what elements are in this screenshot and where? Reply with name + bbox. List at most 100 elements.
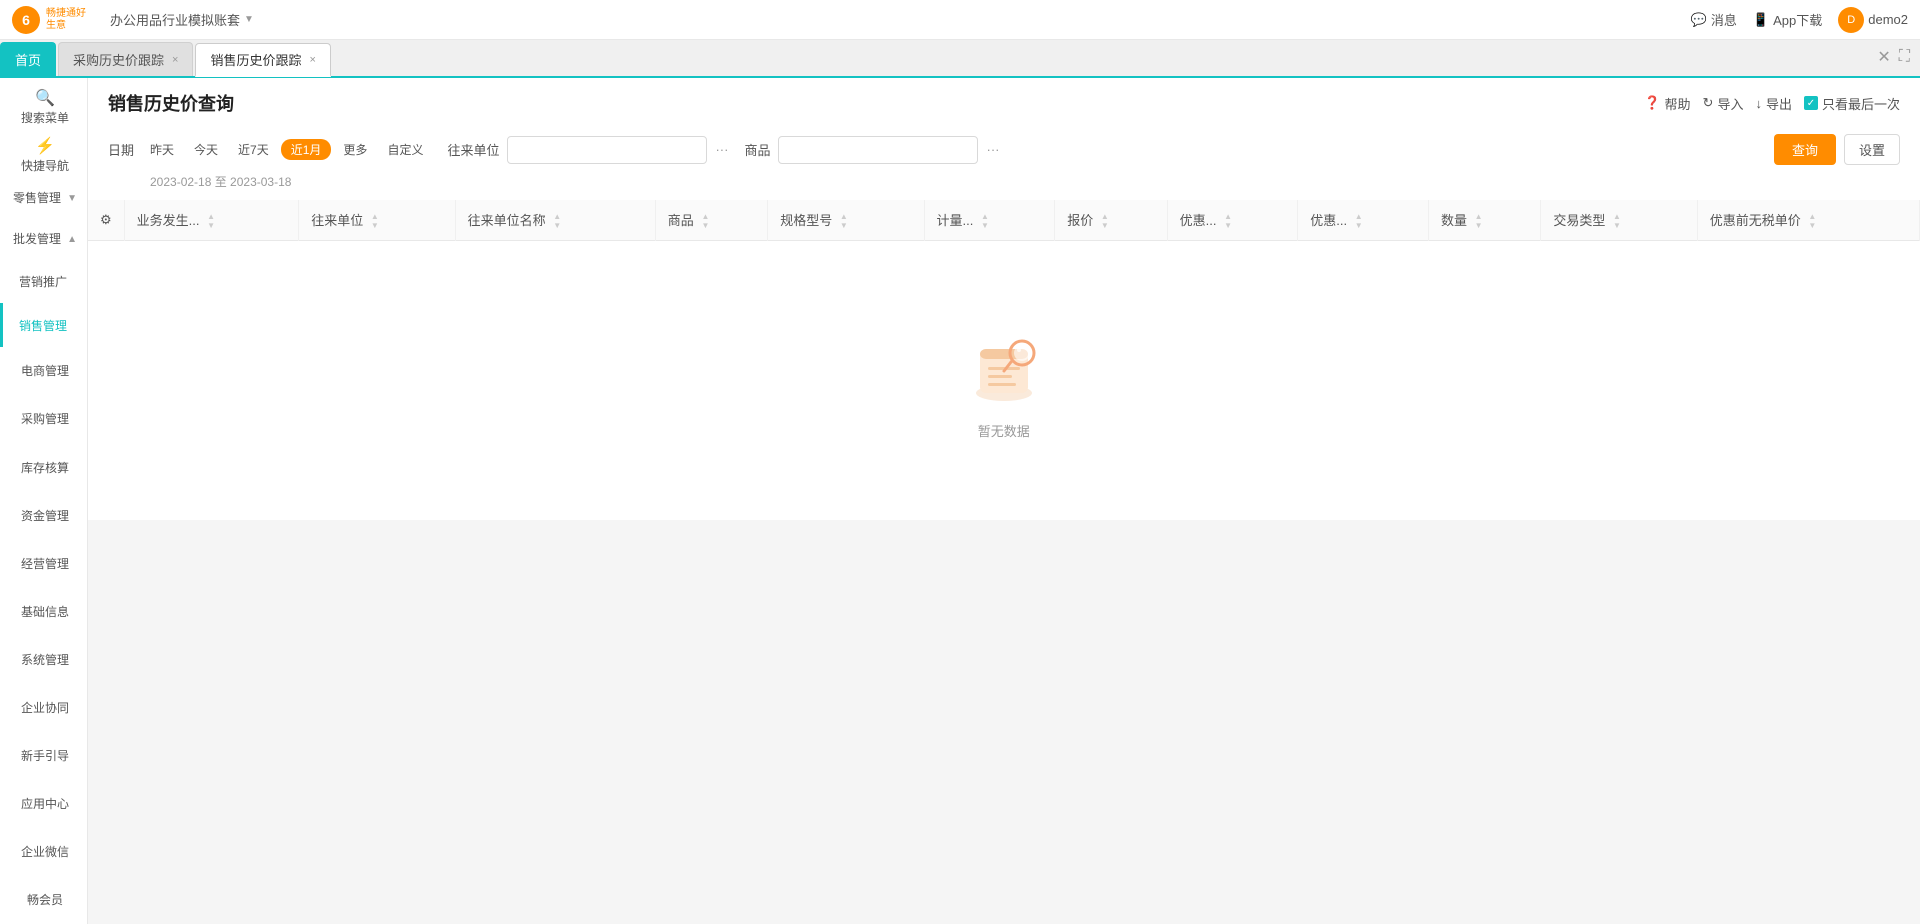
tab-purchase[interactable]: 采购历史价跟踪 ×	[58, 42, 193, 76]
wholesale-expand-icon: ▲	[67, 234, 77, 245]
date-chip-1month[interactable]: 近1月	[281, 139, 332, 160]
page-title: 销售历史价查询	[108, 90, 234, 116]
date-chip-custom[interactable]: 自定义	[379, 139, 431, 160]
sidebar-item-wholesale[interactable]: 批发管理 ▲	[0, 219, 87, 260]
only-last-checkbox[interactable]: ✓	[1804, 96, 1818, 110]
goods-filter-label: 商品	[744, 140, 770, 159]
date-chip-yesterday[interactable]: 昨天	[142, 139, 182, 160]
th-discount2[interactable]: 优惠... ▲▼	[1298, 200, 1429, 241]
message-icon: 💬	[1691, 12, 1707, 28]
goods-filter-group: 商品 ···	[744, 136, 999, 164]
sidebar-item-basic[interactable]: 基础信息	[0, 588, 87, 636]
sidebar-item-purchase-label: 采购管理	[21, 413, 69, 425]
data-table: ⚙ 业务发生... ▲▼ 往来单位 ▲▼ 往来单位名称 ▲	[88, 200, 1920, 520]
th-spec[interactable]: 规格型号 ▲▼	[768, 200, 924, 241]
workspace-chevron-icon: ▼	[244, 14, 254, 25]
th-spec-sort-icon: ▲▼	[840, 213, 848, 230]
th-quantity-label: 数量	[1441, 213, 1467, 228]
message-btn[interactable]: 💬 消息	[1691, 10, 1737, 29]
tab-purchase-close-icon[interactable]: ×	[172, 54, 178, 66]
sidebar-item-finance[interactable]: 资金管理	[0, 492, 87, 540]
date-chips: 昨天 今天 近7天 近1月 更多 自定义	[142, 139, 431, 160]
help-btn[interactable]: ❓ 帮助	[1644, 94, 1690, 113]
sidebar-item-quick[interactable]: ⚡ 快捷导航	[0, 130, 87, 178]
th-price-sort-icon: ▲▼	[1101, 213, 1109, 230]
sidebar-item-apps[interactable]: 应用中心	[0, 780, 87, 828]
sidebar-item-retail[interactable]: 零售管理 ▼	[0, 178, 87, 219]
th-partner-name[interactable]: 往来单位名称 ▲▼	[455, 200, 655, 241]
export-btn[interactable]: ↓ 导出	[1755, 94, 1792, 113]
empty-text: 暂无数据	[978, 421, 1030, 440]
date-chip-7days[interactable]: 近7天	[230, 139, 277, 160]
sidebar-item-ecom[interactable]: 电商管理	[0, 347, 87, 395]
th-biz-date-sort-icon: ▲▼	[207, 213, 215, 230]
username: demo2	[1868, 12, 1908, 27]
help-icon: ❓	[1644, 95, 1660, 111]
page-content: 销售历史价查询 ❓ 帮助 ↻ 导入 ↓ 导出	[88, 78, 1920, 924]
tab-sales[interactable]: 销售历史价跟踪 ×	[195, 43, 330, 77]
tab-close-all-icon[interactable]: ✕	[1877, 47, 1890, 67]
date-filter-group: 日期 昨天 今天 近7天 近1月 更多 自定义	[108, 139, 431, 160]
sidebar-item-search[interactable]: 🔍 搜索菜单	[0, 82, 87, 130]
filter-right: 查询 设置	[1774, 134, 1900, 165]
main-layout: 🔍 搜索菜单 ⚡ 快捷导航 零售管理 ▼ 批发管理 ▲ 营销推广 销售管理 电商…	[0, 78, 1920, 924]
date-chip-more[interactable]: 更多	[335, 139, 375, 160]
th-discount2-sort-icon: ▲▼	[1355, 213, 1363, 230]
sidebar-item-member[interactable]: 畅会员	[0, 876, 87, 924]
date-chip-today[interactable]: 今天	[186, 139, 226, 160]
import-icon: ↻	[1703, 95, 1714, 111]
sidebar-item-retail-label: 零售管理	[13, 192, 61, 204]
wholesale-submenu: 营销推广 销售管理	[0, 259, 87, 347]
user-area[interactable]: D demo2	[1838, 7, 1908, 33]
sidebar-item-wechat[interactable]: 企业微信	[0, 828, 87, 876]
th-spec-label: 规格型号	[780, 213, 832, 228]
tab-sales-close-icon[interactable]: ×	[309, 54, 315, 66]
th-quantity[interactable]: 数量 ▲▼	[1428, 200, 1540, 241]
th-biz-date[interactable]: 业务发生... ▲▼	[124, 200, 299, 241]
goods-input[interactable]	[778, 136, 978, 164]
th-discount1-sort-icon: ▲▼	[1224, 213, 1232, 230]
app-download-btn[interactable]: 📱 App下载	[1753, 10, 1822, 29]
workspace-area: 办公用品行业模拟账套 ▼	[100, 10, 1683, 29]
sidebar-item-guide[interactable]: 新手引导	[0, 732, 87, 780]
th-goods[interactable]: 商品 ▲▼	[655, 200, 767, 241]
th-gear[interactable]: ⚙	[88, 200, 124, 241]
tab-home[interactable]: 首页	[0, 42, 56, 76]
th-partner-code-sort-icon: ▲▼	[371, 213, 379, 230]
message-label: 消息	[1711, 10, 1737, 29]
partner-input[interactable]	[507, 136, 707, 164]
sidebar-item-purchase[interactable]: 采购管理	[0, 395, 87, 443]
sidebar-item-inventory[interactable]: 库存核算	[0, 444, 87, 492]
th-partner-name-label: 往来单位名称	[468, 213, 546, 228]
workspace-selector[interactable]: 办公用品行业模拟账套 ▼	[110, 10, 254, 29]
sidebar-item-system-label: 系统管理	[21, 654, 69, 666]
th-partner-code[interactable]: 往来单位 ▲▼	[299, 200, 455, 241]
th-price-label: 报价	[1067, 213, 1093, 228]
th-trade-type-label: 交易类型	[1553, 213, 1605, 228]
sidebar-item-enterprise[interactable]: 企业协同	[0, 684, 87, 732]
partner-filter-group: 往来单位 ···	[447, 136, 728, 164]
sidebar-item-sales-mgmt[interactable]: 销售管理	[0, 303, 87, 347]
th-discount1[interactable]: 优惠... ▲▼	[1167, 200, 1298, 241]
sidebar-item-ecom-label: 电商管理	[21, 365, 69, 377]
quick-nav-icon: ⚡	[35, 136, 55, 156]
sidebar-item-operations[interactable]: 经营管理	[0, 540, 87, 588]
th-pretax-price[interactable]: 优惠前无税单价 ▲▼	[1697, 200, 1919, 241]
tab-sales-label: 销售历史价跟踪	[210, 50, 301, 69]
filter-bar: 日期 昨天 今天 近7天 近1月 更多 自定义 往来单位	[108, 126, 1900, 173]
sidebar-item-enterprise-label: 企业协同	[21, 702, 69, 714]
table-container: ⚙ 业务发生... ▲▼ 往来单位 ▲▼ 往来单位名称 ▲	[88, 200, 1920, 520]
tab-maximize-icon[interactable]: ⛶	[1899, 48, 1910, 66]
import-btn[interactable]: ↻ 导入	[1703, 94, 1744, 113]
sidebar-item-system[interactable]: 系统管理	[0, 636, 87, 684]
sidebar-item-guide-label: 新手引导	[21, 750, 69, 762]
sidebar-item-marketing[interactable]: 营销推广	[0, 259, 87, 303]
only-last-label[interactable]: ✓ 只看最后一次	[1804, 94, 1900, 113]
th-trade-type[interactable]: 交易类型 ▲▼	[1541, 200, 1697, 241]
sidebar-item-quick-label: 快捷导航	[21, 160, 69, 172]
th-discount2-label: 优惠...	[1310, 213, 1347, 228]
th-unit[interactable]: 计量... ▲▼	[924, 200, 1055, 241]
query-button[interactable]: 查询	[1774, 134, 1836, 165]
setting-button[interactable]: 设置	[1844, 134, 1900, 165]
th-price[interactable]: 报价 ▲▼	[1055, 200, 1167, 241]
